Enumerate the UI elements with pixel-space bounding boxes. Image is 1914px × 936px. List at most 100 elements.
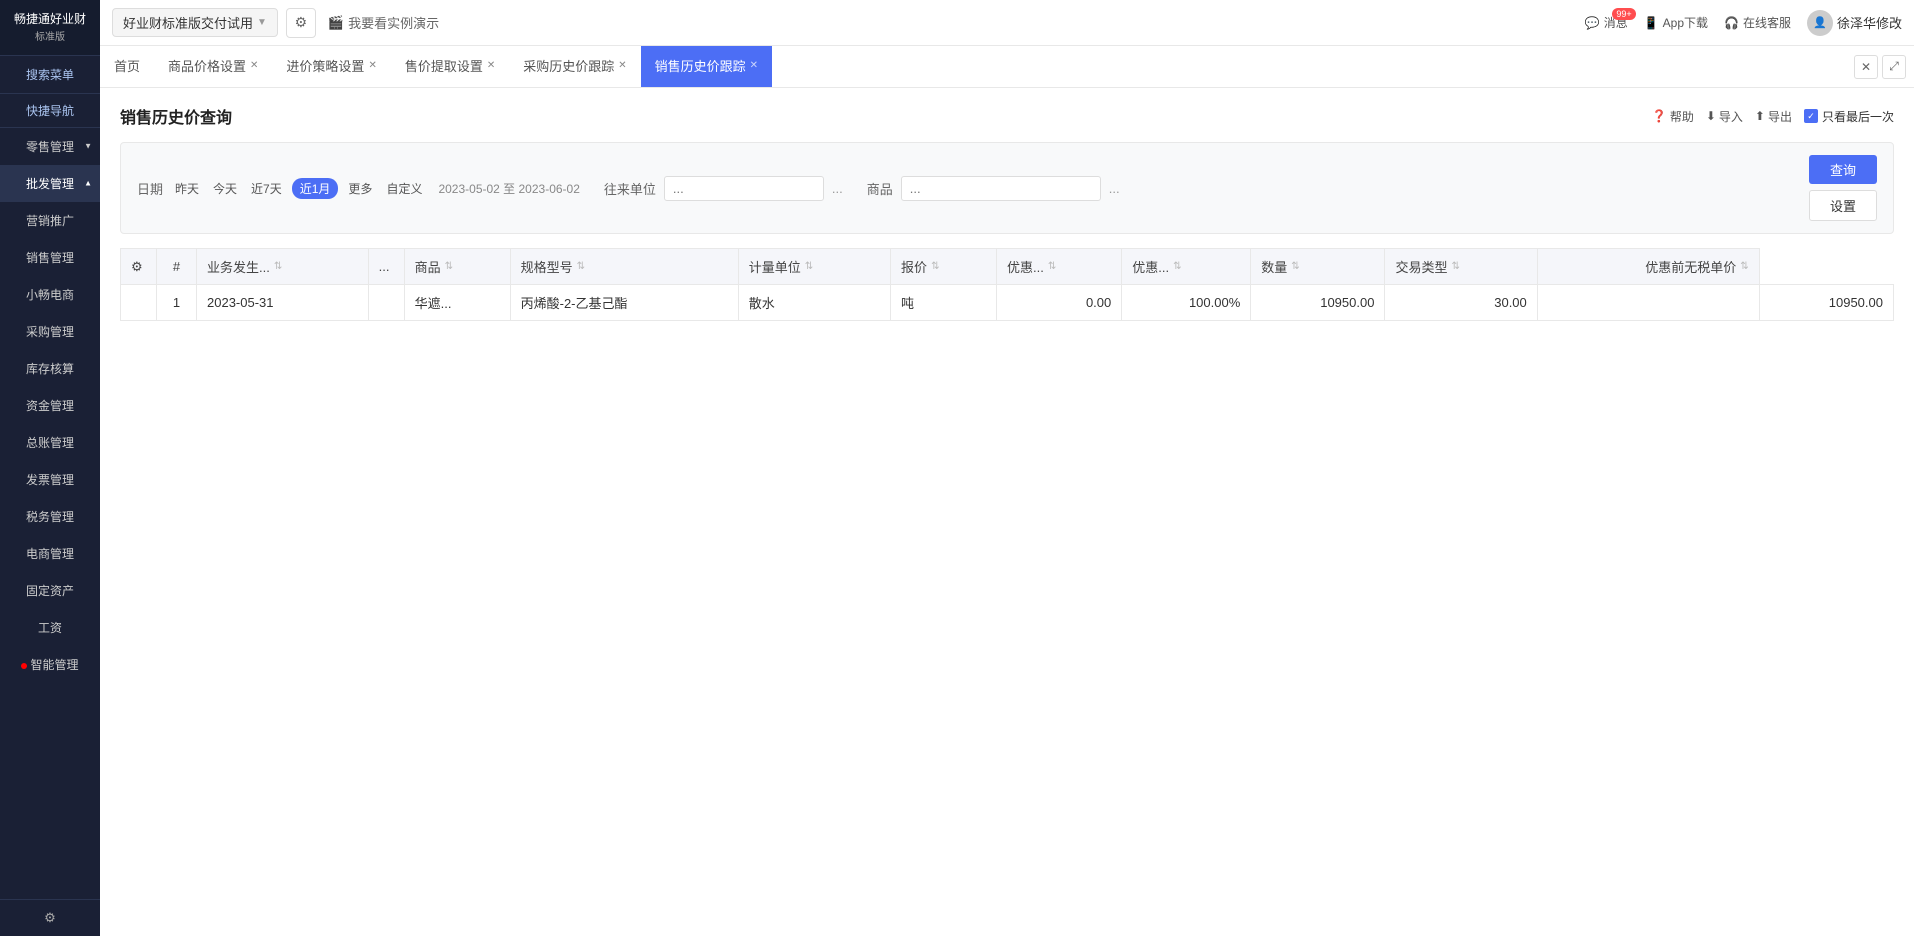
col-trade-type-label: 交易类型 xyxy=(1395,257,1447,276)
tab-maximize-btn[interactable]: ⤢ xyxy=(1882,55,1906,79)
sort-icon: ⇅ xyxy=(805,261,813,272)
tab-purchase-history[interactable]: 采购历史价跟踪 ✕ xyxy=(509,46,640,87)
cell-date: 2023-05-31 xyxy=(197,285,369,321)
sidebar-item-finance[interactable]: 资金管理 xyxy=(0,387,100,424)
from-unit-more-btn[interactable]: ... xyxy=(832,181,843,196)
top-header: 好业财标准版交付试用 ▼ ⚙ 🎬 我要看实例演示 💬 消息 99+ 📱 App下… xyxy=(100,0,1914,46)
col-trade-type[interactable]: 交易类型 ⇅ xyxy=(1385,249,1537,285)
close-icon[interactable]: ✕ xyxy=(368,60,376,71)
demo-btn[interactable]: 🎬 我要看实例演示 xyxy=(328,13,439,32)
sidebar-settings-btn[interactable]: ⚙ xyxy=(0,899,100,936)
col-spec-label: 规格型号 xyxy=(521,257,573,276)
sidebar-item-ecommerce[interactable]: 电商管理 xyxy=(0,535,100,572)
col-qty[interactable]: 数量 ⇅ xyxy=(1251,249,1385,285)
sort-icon: ⇅ xyxy=(1048,261,1056,272)
cell-trade-type xyxy=(1537,285,1759,321)
sidebar-search[interactable]: 搜索菜单 xyxy=(0,56,100,94)
sort-icon: ⇅ xyxy=(1173,261,1181,272)
main-area: 好业财标准版交付试用 ▼ ⚙ 🎬 我要看实例演示 💬 消息 99+ 📱 App下… xyxy=(100,0,1914,936)
date-filter-label: 日期 xyxy=(137,179,163,198)
tab-purchase-history-label: 采购历史价跟踪 xyxy=(523,56,614,75)
product-more-btn[interactable]: ... xyxy=(1109,181,1120,196)
chevron-down-icon: ▼ xyxy=(257,17,267,28)
app-selector[interactable]: 好业财标准版交付试用 ▼ xyxy=(112,8,278,37)
table-row: 1 2023-05-31 华遮... 丙烯酸-2-乙基己酯 散水 吨 0.00 … xyxy=(121,285,1894,321)
close-icon[interactable]: ✕ xyxy=(750,60,758,71)
cell-discount-pct: 100.00% xyxy=(1122,285,1251,321)
close-icon[interactable]: ✕ xyxy=(250,60,258,71)
product-input[interactable] xyxy=(901,176,1101,201)
sidebar-item-inventory[interactable]: 库存核算 xyxy=(0,350,100,387)
online-service-btn[interactable]: 🎧 在线客服 xyxy=(1724,14,1791,31)
date-opt-yesterday[interactable]: 昨天 xyxy=(171,178,203,199)
close-icon[interactable]: ✕ xyxy=(487,60,495,71)
sidebar-item-marketing[interactable]: 营销推广 xyxy=(0,202,100,239)
date-opt-more[interactable]: 更多 xyxy=(344,178,376,199)
sidebar-item-smart[interactable]: 智能管理 xyxy=(0,646,100,683)
col-discount-amt[interactable]: 优惠... ⇅ xyxy=(1122,249,1251,285)
sidebar-item-purchase[interactable]: 采购管理 xyxy=(0,313,100,350)
help-label: 帮助 xyxy=(1670,108,1694,125)
sidebar-item-retail[interactable]: 零售管理 xyxy=(0,128,100,165)
query-btn[interactable]: 查询 xyxy=(1809,155,1877,184)
sidebar-item-wholesale[interactable]: 批发管理 xyxy=(0,165,100,202)
date-opt-custom[interactable]: 自定义 xyxy=(382,178,426,199)
date-opt-last7[interactable]: 近7天 xyxy=(247,178,286,199)
col-discount-amt-label: 优惠... xyxy=(1132,257,1169,276)
cell-discount-amt: 10950.00 xyxy=(1251,285,1385,321)
col-pretax-price[interactable]: 优惠前无税单价 ⇅ xyxy=(1537,249,1759,285)
col-discount-pct[interactable]: 优惠... ⇅ xyxy=(997,249,1122,285)
col-product[interactable]: 商品 ⇅ xyxy=(404,249,510,285)
col-unit[interactable]: 计量单位 ⇅ xyxy=(738,249,890,285)
col-discount-pct-label: 优惠... xyxy=(1007,257,1044,276)
sidebar-quicknav[interactable]: 快捷导航 xyxy=(0,94,100,128)
col-price[interactable]: 报价 ⇅ xyxy=(891,249,997,285)
tab-sale-extract[interactable]: 售价提取设置 ✕ xyxy=(391,46,509,87)
tab-sale-history[interactable]: 销售历史价跟踪 ✕ xyxy=(641,46,772,87)
cell-unit-type: 散水 xyxy=(738,285,890,321)
sidebar-item-assets[interactable]: 固定资产 xyxy=(0,572,100,609)
sidebar-item-sales[interactable]: 销售管理 xyxy=(0,239,100,276)
close-icon[interactable]: ✕ xyxy=(618,60,626,71)
message-icon: 💬 xyxy=(1585,16,1600,30)
col-spec[interactable]: 规格型号 ⇅ xyxy=(510,249,738,285)
date-opt-last1m[interactable]: 近1月 xyxy=(292,178,339,199)
sort-icon: ⇅ xyxy=(1740,261,1748,272)
last-only-checkbox[interactable]: ✓ 只看最后一次 xyxy=(1804,108,1894,125)
from-unit-input[interactable] xyxy=(664,176,824,201)
header-settings-btn[interactable]: ⚙ xyxy=(286,8,316,38)
sidebar-item-invoice[interactable]: 发票管理 xyxy=(0,461,100,498)
col-settings[interactable]: ⚙ xyxy=(121,249,157,285)
col-more[interactable]: ... xyxy=(368,249,404,285)
avatar: 👤 xyxy=(1807,10,1833,36)
sidebar-item-ecommerce-small[interactable]: 小畅电商 xyxy=(0,276,100,313)
col-date[interactable]: 业务发生... ⇅ xyxy=(197,249,369,285)
tab-purchase-strategy[interactable]: 进价策略设置 ✕ xyxy=(272,46,390,87)
app-download-label: App下载 xyxy=(1663,14,1708,31)
tab-close-btn[interactable]: ✕ xyxy=(1854,55,1878,79)
tab-price-setting[interactable]: 商品价格设置 ✕ xyxy=(154,46,272,87)
messages-btn[interactable]: 💬 消息 99+ xyxy=(1585,14,1628,31)
tab-home[interactable]: 首页 xyxy=(100,46,154,87)
logo-sub: 标准版 xyxy=(35,28,65,43)
app-download-btn[interactable]: 📱 App下载 xyxy=(1644,14,1708,31)
import-label: 导入 xyxy=(1719,108,1743,125)
demo-label: 我要看实例演示 xyxy=(348,13,439,32)
settings-btn[interactable]: 设置 xyxy=(1809,190,1877,221)
header-right: 💬 消息 99+ 📱 App下载 🎧 在线客服 👤 徐泽华修改 xyxy=(1585,10,1902,36)
col-unit-label: 计量单位 xyxy=(749,257,801,276)
filter-bar: 日期 昨天 今天 近7天 近1月 更多 自定义 2023-05-02 至 202… xyxy=(120,142,1894,234)
sidebar-item-salary[interactable]: 工资 xyxy=(0,609,100,646)
messages-badge: 99+ xyxy=(1612,8,1635,20)
import-link[interactable]: ⬇ 导入 xyxy=(1706,108,1743,125)
cell-spec: 丙烯酸-2-乙基己酯 xyxy=(510,285,738,321)
date-opt-today[interactable]: 今天 xyxy=(209,178,241,199)
sidebar-item-ledger[interactable]: 总账管理 xyxy=(0,424,100,461)
from-unit-filter-group: 往来单位 ... xyxy=(604,176,843,201)
cell-product: 华遮... xyxy=(404,285,510,321)
sidebar-item-tax[interactable]: 税务管理 xyxy=(0,498,100,535)
help-link[interactable]: ❓ 帮助 xyxy=(1652,108,1694,125)
user-info[interactable]: 👤 徐泽华修改 xyxy=(1807,10,1902,36)
date-options: 昨天 今天 近7天 近1月 更多 自定义 xyxy=(171,178,426,199)
export-link[interactable]: ⬆ 导出 xyxy=(1755,108,1792,125)
